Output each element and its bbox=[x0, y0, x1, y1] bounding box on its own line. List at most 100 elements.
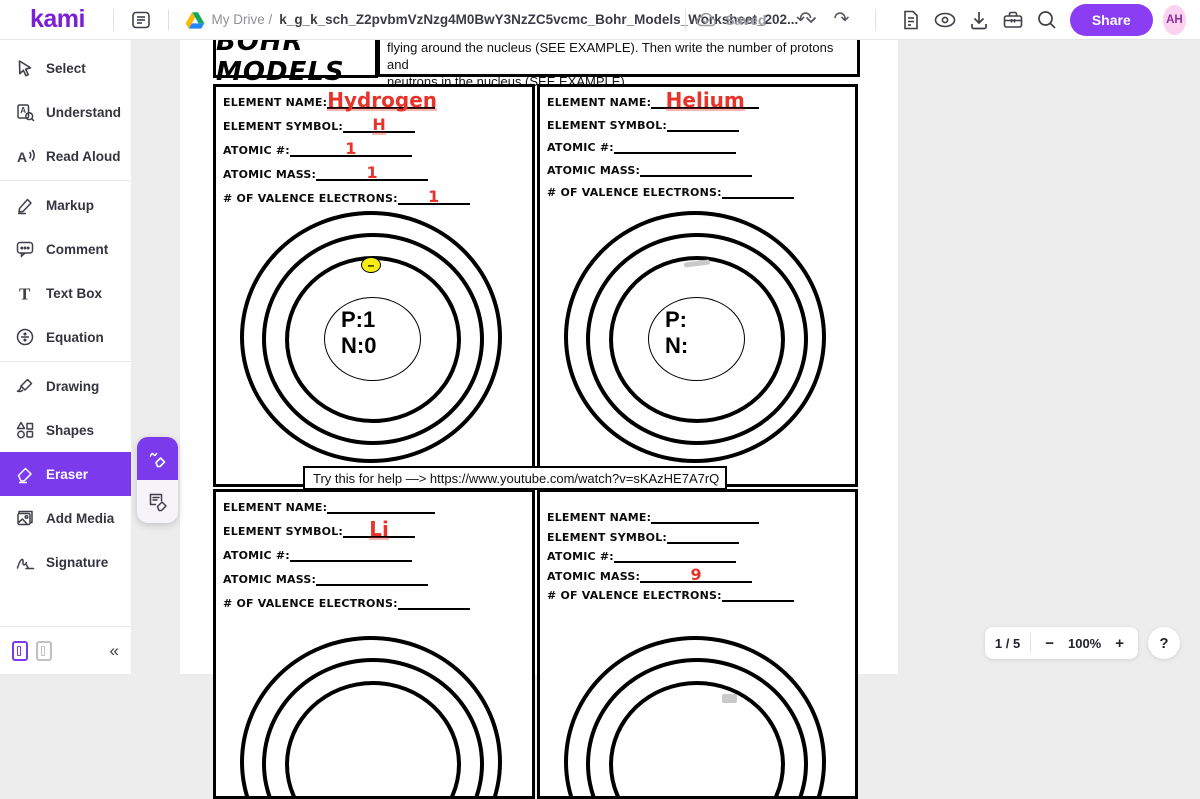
element-panel-hydrogen: ELEMENT NAME: Hydrogen ELEMENT SYMBOL: H… bbox=[213, 84, 535, 487]
outline-menu-icon[interactable] bbox=[124, 3, 158, 37]
bohr-diagram-bottom-right[interactable] bbox=[562, 634, 832, 799]
sidebar-item-label: Read Aloud bbox=[46, 149, 121, 164]
erase-stroke-button[interactable] bbox=[137, 437, 178, 480]
answer-line[interactable] bbox=[614, 138, 736, 154]
view-eye-icon[interactable] bbox=[928, 3, 962, 37]
sidebar-item-equation[interactable]: Equation bbox=[0, 315, 131, 359]
sidebar-item-eraser[interactable]: Eraser bbox=[0, 452, 131, 496]
collapse-sidebar-button[interactable]: « bbox=[110, 641, 119, 661]
zoom-in-button[interactable]: + bbox=[1111, 635, 1128, 652]
answer-line[interactable]: H bbox=[343, 117, 415, 133]
erase-annotation-icon bbox=[147, 491, 169, 513]
share-button[interactable]: Share bbox=[1070, 4, 1153, 36]
field-atomic-mass: ATOMIC MASS: bbox=[547, 161, 843, 177]
top-toolbar: kami My Drive / k_g_k_sch_Z2pvbmVzNzg4M0… bbox=[0, 0, 1200, 40]
field-atomic-number: ATOMIC #: 1 bbox=[223, 141, 520, 157]
toolbox-icon[interactable] bbox=[996, 3, 1030, 37]
field-element-symbol: ELEMENT SYMBOL: Li bbox=[223, 522, 520, 538]
document-pages-icon[interactable] bbox=[894, 3, 928, 37]
svg-text:T: T bbox=[19, 285, 31, 304]
ink-annotation[interactable]: 9 bbox=[691, 568, 702, 582]
undo-button[interactable]: ↶ bbox=[792, 8, 815, 31]
sidebar-item-comment[interactable]: Comment bbox=[0, 227, 131, 271]
erase-annotation-button[interactable] bbox=[137, 480, 178, 523]
document-canvas[interactable]: BOHR MODELS flying around the nucleus (S… bbox=[132, 40, 1200, 674]
answer-line[interactable] bbox=[722, 183, 794, 199]
field-valence-electrons: # OF VALENCE ELECTRONS: bbox=[223, 594, 520, 610]
answer-line[interactable] bbox=[651, 508, 759, 524]
sidebar-item-label: Drawing bbox=[46, 379, 99, 394]
field-atomic-number: ATOMIC #: bbox=[547, 547, 843, 563]
equation-icon bbox=[14, 326, 36, 348]
field-element-symbol: ELEMENT SYMBOL: bbox=[547, 116, 843, 132]
answer-line[interactable] bbox=[722, 586, 794, 602]
download-icon[interactable] bbox=[962, 3, 996, 37]
field-atomic-number: ATOMIC #: bbox=[223, 546, 520, 562]
answer-line[interactable]: 1 bbox=[316, 165, 428, 181]
redo-button[interactable]: ↷ bbox=[830, 8, 853, 31]
ink-annotation[interactable]: 1 bbox=[367, 166, 378, 180]
answer-line[interactable]: 1 bbox=[398, 189, 470, 205]
page-indicator[interactable]: 1 / 5 bbox=[995, 636, 1020, 651]
ink-annotation[interactable]: Hydrogen bbox=[327, 93, 437, 111]
cloud-check-icon bbox=[696, 12, 718, 28]
sidebar-item-read-aloud[interactable]: A Read Aloud bbox=[0, 134, 131, 178]
breadcrumb[interactable]: My Drive / k_g_k_sch_Z2pvbmVzNzg4M0BwY3N… bbox=[185, 11, 676, 29]
sidebar-item-label: Markup bbox=[46, 198, 94, 213]
avatar[interactable]: AH bbox=[1163, 5, 1186, 35]
element-panel-lithium: ELEMENT NAME: ELEMENT SYMBOL: Li ATOMIC … bbox=[213, 489, 535, 799]
sidebar-item-signature[interactable]: Signature bbox=[0, 540, 131, 584]
answer-line[interactable]: Hydrogen bbox=[327, 93, 435, 109]
sidebar-item-shapes[interactable]: Shapes bbox=[0, 408, 131, 452]
answer-line[interactable]: Li bbox=[343, 522, 415, 538]
field-valence-electrons: # OF VALENCE ELECTRONS: 1 bbox=[223, 189, 520, 205]
sidebar-item-label: Select bbox=[46, 61, 86, 76]
sidebar-item-label: Signature bbox=[46, 555, 108, 570]
double-page-view-icon[interactable] bbox=[36, 641, 52, 661]
divider bbox=[0, 361, 131, 362]
cursor-icon bbox=[14, 57, 36, 79]
answer-line[interactable] bbox=[614, 547, 736, 563]
sidebar-item-markup[interactable]: Markup bbox=[0, 183, 131, 227]
brush-icon bbox=[14, 375, 36, 397]
zoom-out-button[interactable]: − bbox=[1041, 635, 1058, 652]
ink-annotation[interactable]: Li bbox=[369, 522, 389, 540]
ink-annotation[interactable]: Helium bbox=[666, 93, 745, 111]
bohr-diagram-bottom-left[interactable] bbox=[238, 634, 508, 799]
answer-line[interactable] bbox=[290, 546, 412, 562]
answer-line[interactable] bbox=[640, 161, 752, 177]
ink-annotation[interactable]: 1 bbox=[428, 190, 439, 204]
field-atomic-mass: ATOMIC MASS: 1 bbox=[223, 165, 520, 181]
help-button[interactable]: ? bbox=[1148, 627, 1180, 659]
answer-line[interactable] bbox=[667, 116, 739, 132]
answer-line[interactable]: Helium bbox=[651, 93, 759, 109]
sidebar-item-label: Eraser bbox=[46, 467, 88, 482]
ink-annotation[interactable]: H bbox=[372, 118, 385, 135]
sidebar-item-understand[interactable]: A Understand bbox=[0, 90, 131, 134]
add-media-icon bbox=[14, 507, 36, 529]
sidebar-item-select[interactable]: Select bbox=[0, 46, 131, 90]
answer-line[interactable] bbox=[316, 570, 428, 586]
single-page-view-icon[interactable] bbox=[12, 641, 28, 661]
answer-line[interactable]: 1 bbox=[290, 141, 412, 157]
sidebar-item-drawing[interactable]: Drawing bbox=[0, 364, 131, 408]
ink-annotation[interactable]: 1 bbox=[345, 142, 356, 156]
divider bbox=[1030, 633, 1031, 653]
search-icon[interactable] bbox=[1030, 3, 1064, 37]
help-link-bar[interactable]: Try this for help —> https://www.youtube… bbox=[303, 466, 727, 490]
pdf-page[interactable]: BOHR MODELS flying around the nucleus (S… bbox=[180, 40, 898, 674]
sidebar-item-add-media[interactable]: Add Media bbox=[0, 496, 131, 540]
zoom-level[interactable]: 100% bbox=[1068, 636, 1101, 651]
answer-line[interactable] bbox=[327, 498, 435, 514]
answer-line[interactable] bbox=[667, 528, 739, 544]
field-atomic-number: ATOMIC #: bbox=[547, 138, 843, 154]
page-zoom-controls: 1 / 5 − 100% + bbox=[985, 627, 1138, 659]
bohr-diagram-helium[interactable]: P:N: bbox=[562, 209, 832, 469]
bohr-diagram-hydrogen[interactable]: P:1N:0 – bbox=[238, 209, 508, 469]
sidebar-item-text-box[interactable]: T Text Box bbox=[0, 271, 131, 315]
electron-dot[interactable]: – bbox=[361, 257, 381, 273]
answer-line[interactable]: 9 bbox=[640, 567, 752, 583]
google-drive-icon bbox=[185, 11, 205, 29]
help-link-text[interactable]: Try this for help —> https://www.youtube… bbox=[313, 471, 719, 486]
answer-line[interactable] bbox=[398, 594, 470, 610]
